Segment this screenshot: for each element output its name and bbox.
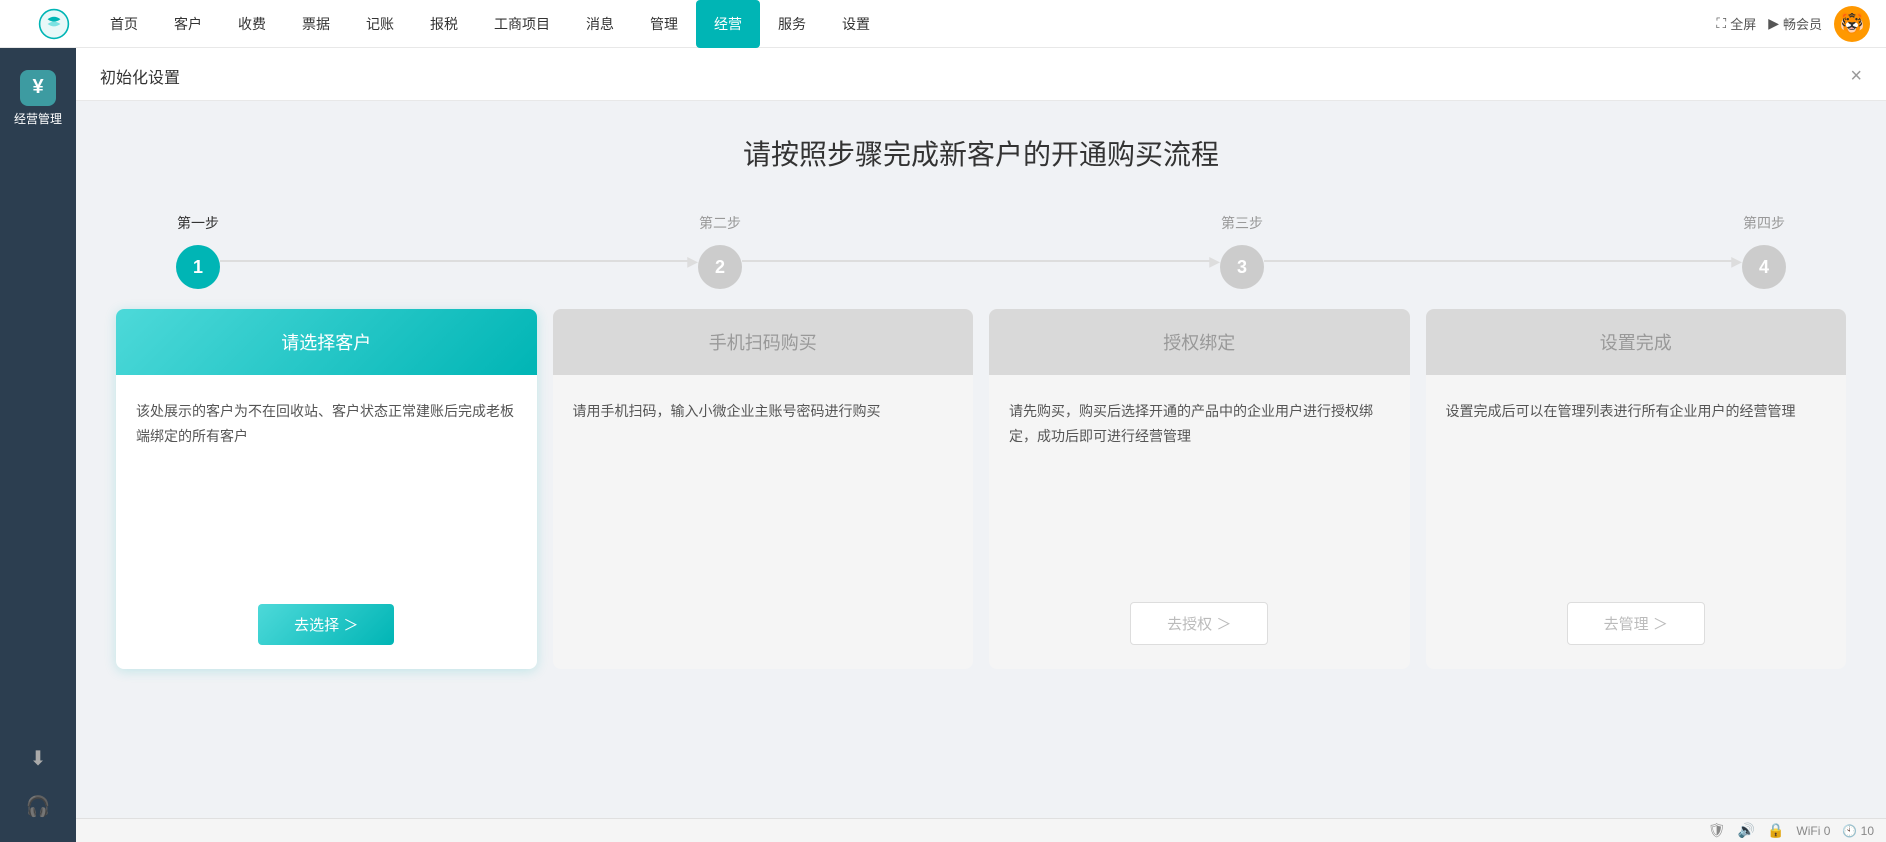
nav-customer[interactable]: 客户 — [156, 0, 220, 48]
connector-3-4: ▶ — [1264, 253, 1742, 270]
card-1-header: 请选择客户 — [116, 309, 537, 375]
card-1-body: 该处展示的客户为不在回收站、客户状态正常建账后完成老板端绑定的所有客户 — [116, 375, 537, 588]
connector-1-2: ▶ — [220, 253, 698, 270]
download-icon: ⬇ — [30, 746, 47, 771]
nav-right: ⛶ 全屏 ▶ 畅会员 🐯 — [1716, 6, 1870, 42]
nav-settings[interactable]: 设置 — [824, 0, 888, 48]
step-1-wrapper: 第一步 1 — [176, 213, 220, 289]
member-btn[interactable]: ▶ 畅会员 — [1768, 14, 1822, 33]
nav-charge[interactable]: 收费 — [220, 0, 284, 48]
connector-2-3: ▶ — [742, 253, 1220, 270]
wifi-status-icon: WiFi 0 — [1796, 824, 1830, 838]
card-3-body: 请先购买，购买后选择开通的产品中的企业用户进行授权绑定，成功后即可进行经营管理 — [989, 375, 1410, 586]
step-4-wrapper: 第四步 4 — [1742, 213, 1786, 289]
card-3-footer: 去授权 ＞ — [989, 586, 1410, 669]
step-4-circle: 4 — [1742, 245, 1786, 289]
go-auth-button[interactable]: 去授权 ＞ — [1130, 602, 1268, 645]
nav-tax[interactable]: 报税 — [412, 0, 476, 48]
fullscreen-icon: ⛶ — [1716, 15, 1726, 32]
step-card-1: 请选择客户 该处展示的客户为不在回收站、客户状态正常建账后完成老板端绑定的所有客… — [116, 309, 537, 669]
card-4-body: 设置完成后可以在管理列表进行所有企业用户的经营管理 — [1426, 375, 1847, 586]
cards-row: 请选择客户 该处展示的客户为不在回收站、客户状态正常建账后完成老板端绑定的所有客… — [116, 309, 1846, 669]
card-4-footer: 去管理 ＞ — [1426, 586, 1847, 669]
arrow-3: ▶ — [1731, 253, 1742, 270]
nav-items: 首页 客户 收费 票据 记账 报税 工商项目 消息 管理 经营 服务 设置 — [92, 0, 1716, 48]
user-avatar[interactable]: 🐯 — [1834, 6, 1870, 42]
step-2-label: 第二步 — [699, 213, 741, 233]
headset-icon: 🎧 — [26, 794, 51, 819]
fullscreen-label: 全屏 — [1730, 14, 1756, 33]
nav-invoice[interactable]: 票据 — [284, 0, 348, 48]
card-2-header: 手机扫码购买 — [553, 309, 974, 375]
card-2-footer — [553, 629, 974, 669]
yen-icon: ¥ — [32, 76, 43, 99]
sidebar-bottom: ⬇ 🎧 — [18, 738, 58, 826]
page-title: 初始化设置 — [100, 64, 180, 88]
nav-manage[interactable]: 管理 — [632, 0, 696, 48]
clock-status-icon: 🕙 10 — [1842, 824, 1874, 838]
step-4-label: 第四步 — [1743, 213, 1785, 233]
nav-operation[interactable]: 经营 — [696, 0, 760, 48]
nav-message[interactable]: 消息 — [568, 0, 632, 48]
status-bar-right: 🛡 🔊 🔒 WiFi 0 🕙 10 — [1708, 822, 1874, 839]
main-content: 初始化设置 × 请按照步骤完成新客户的开通购买流程 第一步 1 ▶ 第二步 — [76, 48, 1886, 818]
step-card-4: 设置完成 设置完成后可以在管理列表进行所有企业用户的经营管理 去管理 ＞ — [1426, 309, 1847, 669]
step-3-wrapper: 第三步 3 — [1220, 213, 1264, 289]
sidebar-item-label: 经营管理 — [14, 110, 62, 127]
go-manage-button[interactable]: 去管理 ＞ — [1567, 602, 1705, 645]
page-header: 初始化设置 × — [76, 48, 1886, 101]
nav-home[interactable]: 首页 — [92, 0, 156, 48]
sidebar: ¥ 经营管理 ⬇ 🎧 — [0, 48, 76, 842]
card-1-footer: 去选择 ＞ — [116, 588, 537, 669]
card-3-header: 授权绑定 — [989, 309, 1410, 375]
steps-indicator: 第一步 1 ▶ 第二步 2 ▶ — [116, 213, 1846, 289]
connector-line-1 — [220, 260, 689, 262]
arrow-2: ▶ — [1209, 253, 1220, 270]
step-3-label: 第三步 — [1221, 213, 1263, 233]
card-4-header: 设置完成 — [1426, 309, 1847, 375]
nav-service[interactable]: 服务 — [760, 0, 824, 48]
step-2-circle: 2 — [698, 245, 742, 289]
step-card-3: 授权绑定 请先购买，购买后选择开通的产品中的企业用户进行授权绑定，成功后即可进行… — [989, 309, 1410, 669]
content-area: 请按照步骤完成新客户的开通购买流程 第一步 1 ▶ 第二步 2 — [76, 101, 1886, 701]
step-2-wrapper: 第二步 2 — [698, 213, 742, 289]
fullscreen-btn[interactable]: ⛶ 全屏 — [1716, 14, 1756, 33]
volume-status-icon: 🔊 — [1738, 822, 1755, 839]
sidebar-item-operation[interactable]: ¥ 经营管理 — [0, 60, 76, 136]
nav-logo — [16, 8, 92, 40]
operation-icon: ¥ — [20, 70, 56, 106]
card-2-title: 手机扫码购买 — [709, 333, 817, 353]
card-2-body: 请用手机扫码，输入小微企业主账号密码进行购买 — [553, 375, 974, 629]
card-4-title: 设置完成 — [1600, 333, 1672, 353]
step-card-2: 手机扫码购买 请用手机扫码，输入小微企业主账号密码进行购买 — [553, 309, 974, 669]
step-1-circle: 1 — [176, 245, 220, 289]
connector-line-2 — [742, 260, 1211, 262]
arrow-1: ▶ — [687, 253, 698, 270]
nav-accounting[interactable]: 记账 — [348, 0, 412, 48]
connector-line-3 — [1264, 260, 1733, 262]
headset-btn[interactable]: 🎧 — [18, 786, 58, 826]
shield-status-icon: 🛡 — [1708, 822, 1726, 839]
download-btn[interactable]: ⬇ — [18, 738, 58, 778]
lock-status-icon: 🔒 — [1767, 822, 1784, 839]
go-select-button[interactable]: 去选择 ＞ — [258, 604, 394, 645]
nav-business[interactable]: 工商项目 — [476, 0, 568, 48]
step-1-label: 第一步 — [177, 213, 219, 233]
step-3-circle: 3 — [1220, 245, 1264, 289]
play-icon: ▶ — [1768, 15, 1779, 32]
member-label: 畅会员 — [1783, 14, 1822, 33]
top-nav: 首页 客户 收费 票据 记账 报税 工商项目 消息 管理 经营 服务 设置 ⛶ … — [0, 0, 1886, 48]
close-button[interactable]: × — [1850, 65, 1862, 88]
card-3-title: 授权绑定 — [1163, 333, 1235, 353]
card-1-title: 请选择客户 — [281, 333, 371, 353]
flow-title: 请按照步骤完成新客户的开通购买流程 — [116, 133, 1846, 173]
status-bar: ▶ 完成 🛡 🔊 🔒 WiFi 0 🕙 10 — [0, 818, 1886, 842]
